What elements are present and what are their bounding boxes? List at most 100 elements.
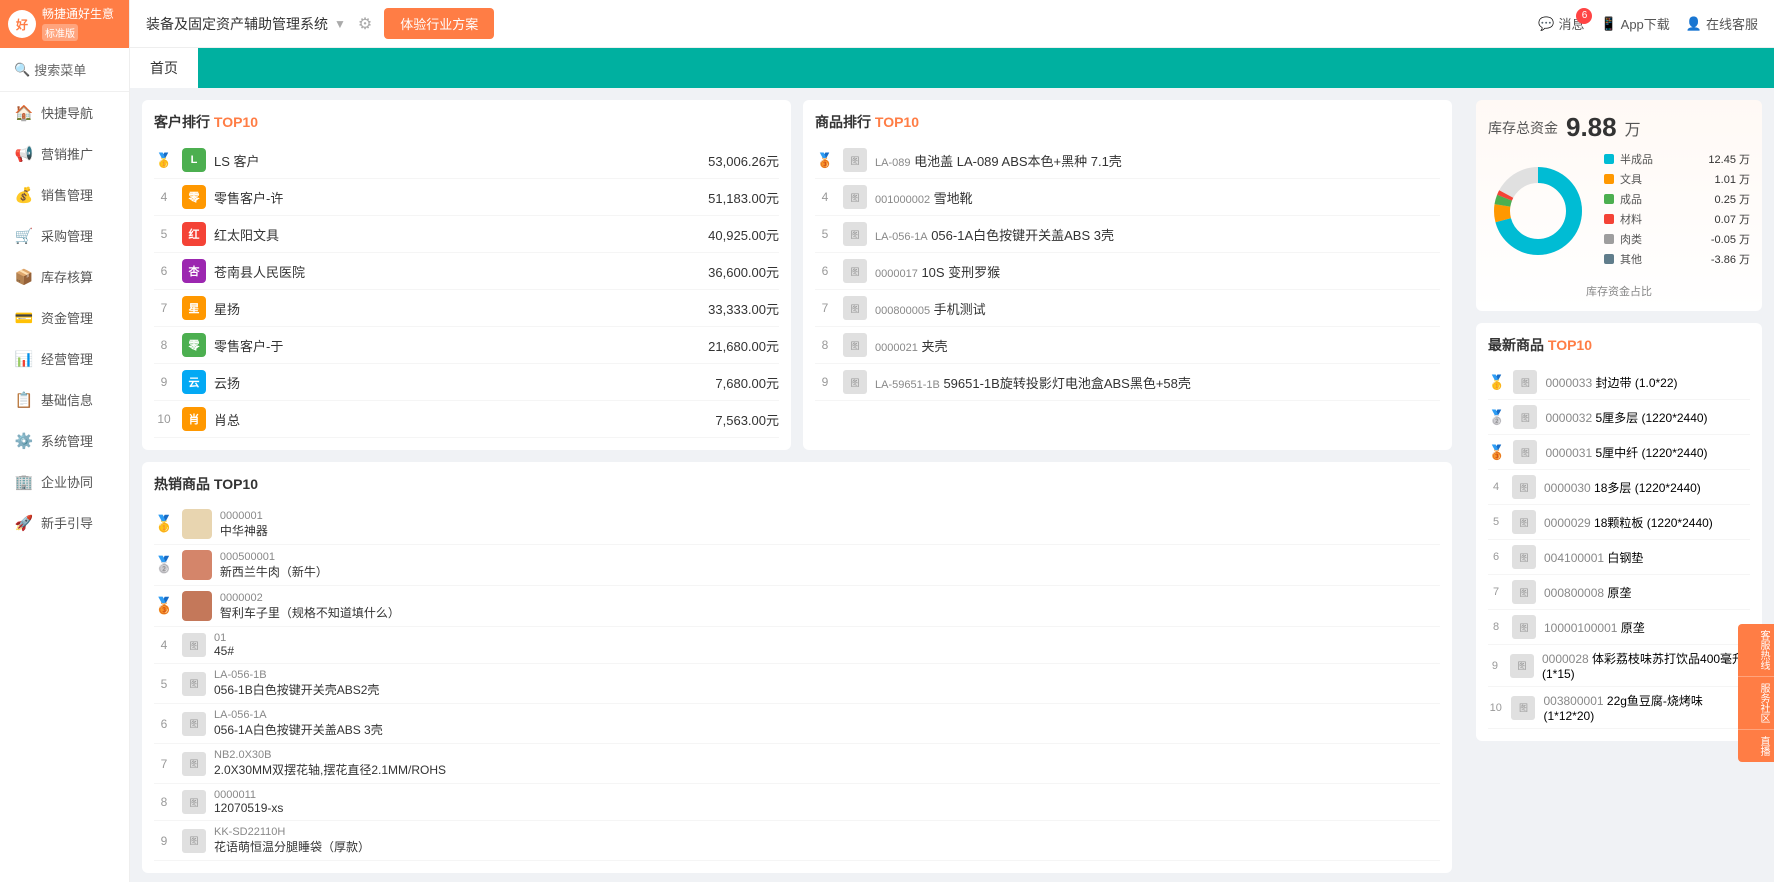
product-code: NB2.0X30B <box>214 749 1440 761</box>
tab-home[interactable]: 首页 <box>130 48 198 88</box>
legend-dot <box>1604 194 1614 204</box>
service-icon: 👤 <box>1686 16 1702 32</box>
table-row: 7 星 星扬 33,333.00元 <box>154 290 779 327</box>
sidebar-item-system[interactable]: ⚙️ 系统管理 <box>0 420 129 461</box>
avatar: 零 <box>182 333 206 357</box>
list-item: 🥉 图 0000031 5厘中纤 (1220*2440) <box>1488 435 1750 470</box>
sidebar-item-label: 基础信息 <box>41 390 93 409</box>
sidebar-item-inventory[interactable]: 📦 库存核算 <box>0 256 129 297</box>
product-image: 图 <box>182 672 206 696</box>
list-item: 10 图 003800001 22g鱼豆腐-烧烤味 (1*12*20) <box>1488 687 1750 729</box>
list-item: 🥇 0000001 中华神器 <box>154 504 1440 545</box>
list-item: 9 图 0000028 体彩荔枝味苏打饮品400毫升 (1*15) <box>1488 645 1750 687</box>
inventory-title: 库存总资金 <box>1488 118 1558 138</box>
search-menu-button[interactable]: 🔍 搜索菜单 <box>8 56 121 83</box>
legend-dot <box>1604 154 1614 164</box>
float-service-live[interactable]: 直播 <box>1738 729 1774 762</box>
system-selector[interactable]: 装备及固定资产辅助管理系统 ▼ <box>146 14 346 34</box>
guide-icon: 🚀 <box>15 514 33 532</box>
rank-number: 9 <box>815 375 835 389</box>
product-code: 0000011 <box>214 789 1440 801</box>
legend-dot <box>1604 214 1614 224</box>
product-img: 图 <box>843 296 867 320</box>
trial-button[interactable]: 体验行业方案 <box>384 8 494 39</box>
sidebar-item-enterprise[interactable]: 🏢 企业协同 <box>0 461 129 502</box>
float-service-community[interactable]: 服务社区 <box>1738 676 1774 729</box>
gear-icon[interactable]: ⚙ <box>358 14 372 34</box>
sidebar-item-label: 经营管理 <box>41 349 93 368</box>
list-item: 🥉 0000002 智利车子里（规格不知道填什么） <box>154 586 1440 627</box>
sidebar-item-quicknav[interactable]: 🏠 快捷导航 <box>0 92 129 133</box>
table-row: 9 云 云扬 7,680.00元 <box>154 364 779 401</box>
product-code: LA-056-1B <box>214 669 1440 681</box>
float-service-hotline[interactable]: 客服热线 <box>1738 624 1774 676</box>
app-download-button[interactable]: 📱 App下载 <box>1600 14 1669 33</box>
inventory-note: 库存资金占比 <box>1488 283 1750 299</box>
message-button[interactable]: 💬 消息 6 <box>1538 14 1584 33</box>
product-name: 056-1A白色按键开关盖ABS 3壳 <box>214 721 1440 738</box>
sidebar-item-guide[interactable]: 🚀 新手引导 <box>0 502 129 543</box>
rank-number: 6 <box>815 264 835 278</box>
inventory-panel: 库存总资金 9.88 万 <box>1476 100 1762 311</box>
sidebar-nav: 🏠 快捷导航 📢 营销推广 💰 销售管理 🛒 采购管理 📦 库存核算 💳 资金管… <box>0 92 129 882</box>
rank-number: 4 <box>154 638 174 652</box>
legend-value: 1.01 万 <box>1715 171 1750 187</box>
table-row: 🥉 图 LA-089 电池盖 LA-089 ABS本色+黑种 7.1壳 <box>815 142 1440 179</box>
product-img: 图 <box>1512 510 1536 534</box>
sidebar-item-purchase[interactable]: 🛒 采购管理 <box>0 215 129 256</box>
product-name: 001000002 雪地靴 <box>875 188 1440 207</box>
product-img: 图 <box>1513 405 1537 429</box>
table-row: 8 零 零售客户-于 21,680.00元 <box>154 327 779 364</box>
legend-dot <box>1604 174 1614 184</box>
customer-ranking-panel: 客户排行 TOP10 🥇 L LS 客户 53,006.26元 4 <box>142 100 791 450</box>
product-name: 新西兰牛肉（新牛） <box>220 563 1440 580</box>
product-img: 图 <box>1511 696 1535 720</box>
product-info: 10000100001 原垄 <box>1544 619 1645 636</box>
float-service: 客服热线 服务社区 直播 <box>1738 624 1774 762</box>
customer-ranking-title: 客户排行 TOP10 <box>154 112 779 132</box>
logo-badge: 标准版 <box>42 24 78 41</box>
product-name: 0000017 10S 变刑罗猴 <box>875 262 1440 281</box>
customer-amount: 21,680.00元 <box>708 336 779 355</box>
sidebar-search[interactable]: 🔍 搜索菜单 <box>0 48 129 92</box>
sidebar-item-operations[interactable]: 📊 经营管理 <box>0 338 129 379</box>
legend-item: 半成品 12.45 万 <box>1604 151 1750 167</box>
sidebar-item-label: 企业协同 <box>41 472 93 491</box>
purchase-icon: 🛒 <box>15 227 33 245</box>
table-row: 6 图 0000017 10S 变刑罗猴 <box>815 253 1440 290</box>
sales-icon: 💰 <box>15 186 33 204</box>
list-item: 🥈 000500001 新西兰牛肉（新牛） <box>154 545 1440 586</box>
new-products-panel: 最新商品 TOP10 🥇 图 0000033 封边带 (1.0*22) 🥈 图 … <box>1476 323 1762 741</box>
app-download-label: App下载 <box>1621 14 1670 33</box>
table-row: 5 红 红太阳文具 40,925.00元 <box>154 216 779 253</box>
product-img: 图 <box>1513 440 1537 464</box>
legend-value: -0.05 万 <box>1711 231 1750 247</box>
product-name: 2.0X30MM双摆花轴,摆花直径2.1MM/ROHS <box>214 761 1440 778</box>
sidebar-item-basics[interactable]: 📋 基础信息 <box>0 379 129 420</box>
basics-icon: 📋 <box>15 391 33 409</box>
sidebar-item-label: 采购管理 <box>41 226 93 245</box>
legend-name: 成品 <box>1620 191 1709 207</box>
medal-icon: 🥉 <box>154 596 174 616</box>
product-info: 0000011 12070519-xs <box>214 789 1440 815</box>
customer-name: 苍南县人民医院 <box>214 262 700 281</box>
message-icon: 💬 <box>1538 16 1554 32</box>
online-service-button[interactable]: 👤 在线客服 <box>1686 14 1758 33</box>
sidebar-item-finance[interactable]: 💳 资金管理 <box>0 297 129 338</box>
new-products-title: 最新商品 TOP10 <box>1488 335 1750 355</box>
customer-name: LS 客户 <box>214 151 700 170</box>
sidebar-item-sales[interactable]: 💰 销售管理 <box>0 174 129 215</box>
list-item: 5 图 LA-056-1B 056-1B白色按键开关壳ABS2壳 <box>154 664 1440 704</box>
product-img: 图 <box>1512 475 1536 499</box>
list-item: 6 图 004100001 白钢垫 <box>1488 540 1750 575</box>
rank-number: 5 <box>1488 516 1504 528</box>
tab-home-label: 首页 <box>150 58 178 78</box>
product-ranking-title: 商品排行 TOP10 <box>815 112 1440 132</box>
list-item: 6 图 LA-056-1A 056-1A白色按键开关盖ABS 3壳 <box>154 704 1440 744</box>
list-item: 9 图 KK-SD22110H 花语萌恒温分腿睡袋（厚款） <box>154 821 1440 861</box>
product-info: 003800001 22g鱼豆腐-烧烤味 (1*12*20) <box>1543 692 1750 723</box>
sidebar-item-marketing[interactable]: 📢 营销推广 <box>0 133 129 174</box>
product-info: 000800008 原垄 <box>1544 584 1631 601</box>
finance-icon: 💳 <box>15 309 33 327</box>
enterprise-icon: 🏢 <box>15 473 33 491</box>
